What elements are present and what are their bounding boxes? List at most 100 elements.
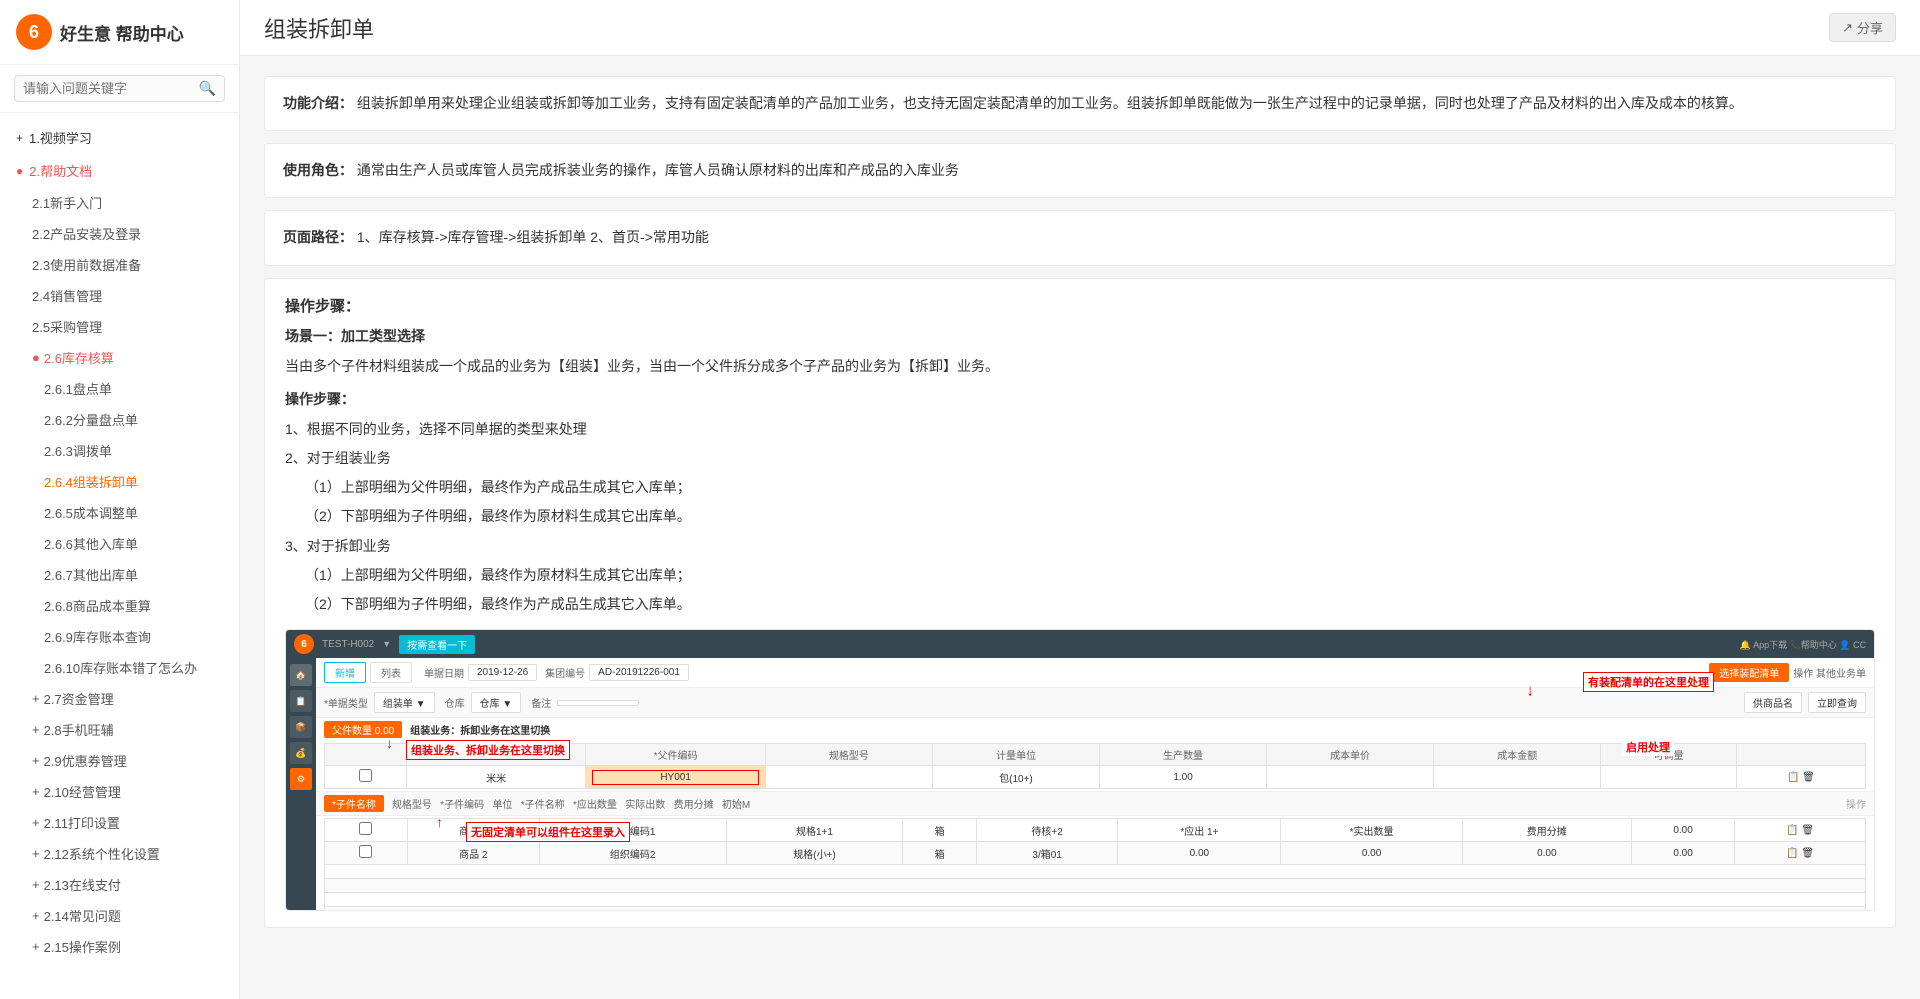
sidebar-item-cost-adjust[interactable]: 2.6.5成本调整单 [0, 497, 239, 528]
sidebar-item-ledger-fix[interactable]: 2.6.10库存账本错了怎么办 [0, 652, 239, 683]
nav-area: + 1.视频学习 ● 2.帮助文档 2.1新手入门 2.2产品安装及登录 2.3… [0, 113, 239, 999]
plus-icon-coup: + [32, 753, 40, 768]
sidebar-item-coupon[interactable]: + 2.9优惠券管理 [0, 745, 239, 776]
sidebar-item-biz-mgmt[interactable]: + 2.10经营管理 [0, 776, 239, 807]
sidebar-item-stocktake[interactable]: 2.6.1盘点单 [0, 373, 239, 404]
fake-child-label: *子件名称 [324, 795, 384, 812]
sidebar-item-newbie[interactable]: 2.1新手入门 [0, 187, 239, 218]
fake-left-sidebar: 🏠 📋 📦 💰 ⚙ [286, 658, 316, 910]
fake-field-date-label: 单据日期 [424, 665, 464, 680]
fake-lower-row4 [325, 879, 1866, 893]
step-3-sub1: （1）上部明细为父件明细，最终作为原材料生成其它出库单； [305, 563, 1875, 588]
step-list: 1、根据不同的业务，选择不同单据的类型来处理 2、对于组装业务 （1）上部明细为… [285, 417, 1875, 617]
search-input[interactable] [23, 81, 199, 96]
fake-supplier-input: 供商品名 [1744, 692, 1802, 713]
fake-icons: 🔔 App下载 📞帮助中心 👤 CC [1740, 638, 1866, 651]
sidebar-item-install[interactable]: 2.2产品安装及登录 [0, 218, 239, 249]
plus-icon-mob: + [32, 722, 40, 737]
func-intro-label: 功能介绍： [283, 95, 353, 111]
search-icon[interactable]: 🔍 [199, 80, 216, 97]
step-2-sub1: （1）上部明细为父件明细，最终作为产成品生成其它入库单； [305, 475, 1875, 500]
fake-sidebar-icon4: 💰 [290, 742, 312, 764]
fake-l-spec1: 规格1+1 [726, 819, 903, 842]
fake-search-btn2: 立即查询 [1808, 692, 1866, 713]
fake-type-select: 组装单 ▼ [374, 692, 435, 713]
sidebar-item-purchase[interactable]: 2.5采购管理 [0, 311, 239, 342]
fake-upper-row1: 米米 HY001 包(10+) 1.00 [325, 766, 1866, 789]
fake-l-fee2: 0.00 [1462, 842, 1631, 865]
role-text: 通常由生产人员或库管人员完成拆装业务的操作，库管人员确认原材料的出库和产成品的入… [357, 162, 959, 178]
fake-cell-item1: 米米 [406, 766, 585, 789]
fake-sidebar-icon5: ⚙ [290, 768, 312, 790]
fake-l-req2: 0.00 [1118, 842, 1281, 865]
scenario1-title: 场景一：加工类型选择 [285, 326, 1875, 346]
fake-l-init1: 0.00 [1631, 819, 1735, 842]
logo-text: 好生意 帮助中心 [60, 20, 184, 45]
sidebar-item-cost-recalc[interactable]: 2.6.8商品成本重算 [0, 590, 239, 621]
fake-field-num-label: 集团编号 [545, 665, 585, 680]
fake-l-unit1: 箱 [903, 819, 976, 842]
sidebar-item-faq[interactable]: + 2.14常见问题 [0, 900, 239, 931]
sidebar-item-personalize[interactable]: + 2.12系统个性化设置 [0, 838, 239, 869]
sidebar-item-case[interactable]: + 2.15操作案例 [0, 931, 239, 962]
fake-date-value: 2019-12-26 [468, 664, 537, 681]
fake-upper-tbody: 米米 HY001 包(10+) 1.00 [325, 766, 1866, 789]
fake-sidebar-icon1: 🏠 [290, 664, 312, 686]
plus-icon-case: + [32, 939, 40, 954]
screenshot-box: 6 TEST-H002 ▼ 按需查看一下 🔔 App下载 📞帮助中心 👤 CC … [285, 629, 1875, 911]
sidebar-item-stock-ledger[interactable]: 2.6.9库存账本查询 [0, 621, 239, 652]
fake-col-item: *父件编码 [586, 744, 765, 766]
search-box[interactable]: 🔍 [14, 75, 225, 102]
sidebar-item-other-out[interactable]: 2.6.7其他出库单 [0, 559, 239, 590]
ops-block: 操作步骤： 场景一：加工类型选择 当由多个子件材料组装成一个成品的业务为【组装】… [264, 278, 1896, 929]
fake-screenshot: 6 TEST-H002 ▼ 按需查看一下 🔔 App下载 📞帮助中心 👤 CC … [286, 630, 1874, 910]
fake-logo: 6 [294, 634, 314, 654]
sidebar-item-other-in[interactable]: 2.6.6其他入库单 [0, 528, 239, 559]
fake-cell-spec1 [765, 766, 932, 789]
path-label: 页面路径： [283, 229, 353, 245]
fake-l-act1: *实出数量 [1281, 819, 1462, 842]
sidebar-item-mobile[interactable]: + 2.8手机旺辅 [0, 714, 239, 745]
fake-sidebar-icon3: 📦 [290, 716, 312, 738]
sidebar-item-partial-stocktake[interactable]: 2.6.2分量盘点单 [0, 404, 239, 435]
sidebar-item-print[interactable]: + 2.11打印设置 [0, 807, 239, 838]
fake-lower-row5 [325, 893, 1866, 907]
sidebar-item-docs[interactable]: ● 2.帮助文档 [0, 154, 239, 187]
plus-icon-print: + [32, 815, 40, 830]
fake-warehouse-label: 仓库 [445, 695, 465, 710]
ops-label: 操作步骤： [285, 295, 1875, 316]
fake-num-value: AD-20191226-001 [589, 664, 689, 681]
fake-l-act2: 0.00 [1281, 842, 1462, 865]
sidebar-item-data-prep[interactable]: 2.3使用前数据准备 [0, 249, 239, 280]
fake-l-item2: 商品 2 [407, 842, 539, 865]
logo-area: 6 好生意 帮助中心 [0, 0, 239, 65]
fake-cell-unit1: 包(10+) [932, 766, 1099, 789]
main-content: 组装拆卸单 ↗ 分享 功能介绍： 组装拆卸单用来处理企业组装或拆卸等加工业务，支… [240, 0, 1920, 999]
logo-icon: 6 [16, 14, 52, 50]
fake-l-check2 [325, 842, 408, 865]
sidebar-item-payment[interactable]: + 2.13在线支付 [0, 869, 239, 900]
role-label: 使用角色： [283, 162, 353, 178]
fake-confirm-btn: 选择装配清单 [1709, 663, 1789, 682]
arrow-2: ↓ [386, 735, 393, 751]
sidebar-item-assembly[interactable]: 2.6.4组装拆卸单 [0, 466, 239, 497]
ops-steps-label: 操作步骤： [285, 389, 1875, 409]
content-area: 功能介绍： 组装拆卸单用来处理企业组装或拆卸等加工业务，支持有固定装配清单的产品… [240, 56, 1920, 999]
minus-icon-inv: ● [32, 350, 40, 365]
fake-tab-list: 列表 [370, 662, 412, 683]
sidebar-item-inventory[interactable]: ● 2.6库存核算 [0, 342, 239, 373]
path-text: 1、库存核算->库存管理->组装拆卸单 2、首页->常用功能 [357, 229, 709, 245]
fake-cell-check1 [325, 766, 407, 789]
sidebar-item-sales[interactable]: 2.4销售管理 [0, 280, 239, 311]
fake-col-cost: 成本单价 [1267, 744, 1434, 766]
sidebar-item-video[interactable]: + 1.视频学习 [0, 121, 239, 154]
sidebar-item-finance[interactable]: + 2.7资金管理 [0, 683, 239, 714]
annotation-2: 组装业务、拆卸业务在这里切换 [406, 740, 570, 760]
func-intro-block: 功能介绍： 组装拆卸单用来处理企业组装或拆卸等加工业务，支持有固定装配清单的产品… [264, 76, 1896, 131]
fake-lower-row6 [325, 907, 1866, 911]
plus-icon-faq: + [32, 908, 40, 923]
sidebar-item-transfer[interactable]: 2.6.3调拨单 [0, 435, 239, 466]
fake-l-check1 [325, 819, 408, 842]
share-button[interactable]: ↗ 分享 [1829, 13, 1896, 42]
fake-remark-label: 备注 [531, 695, 551, 710]
